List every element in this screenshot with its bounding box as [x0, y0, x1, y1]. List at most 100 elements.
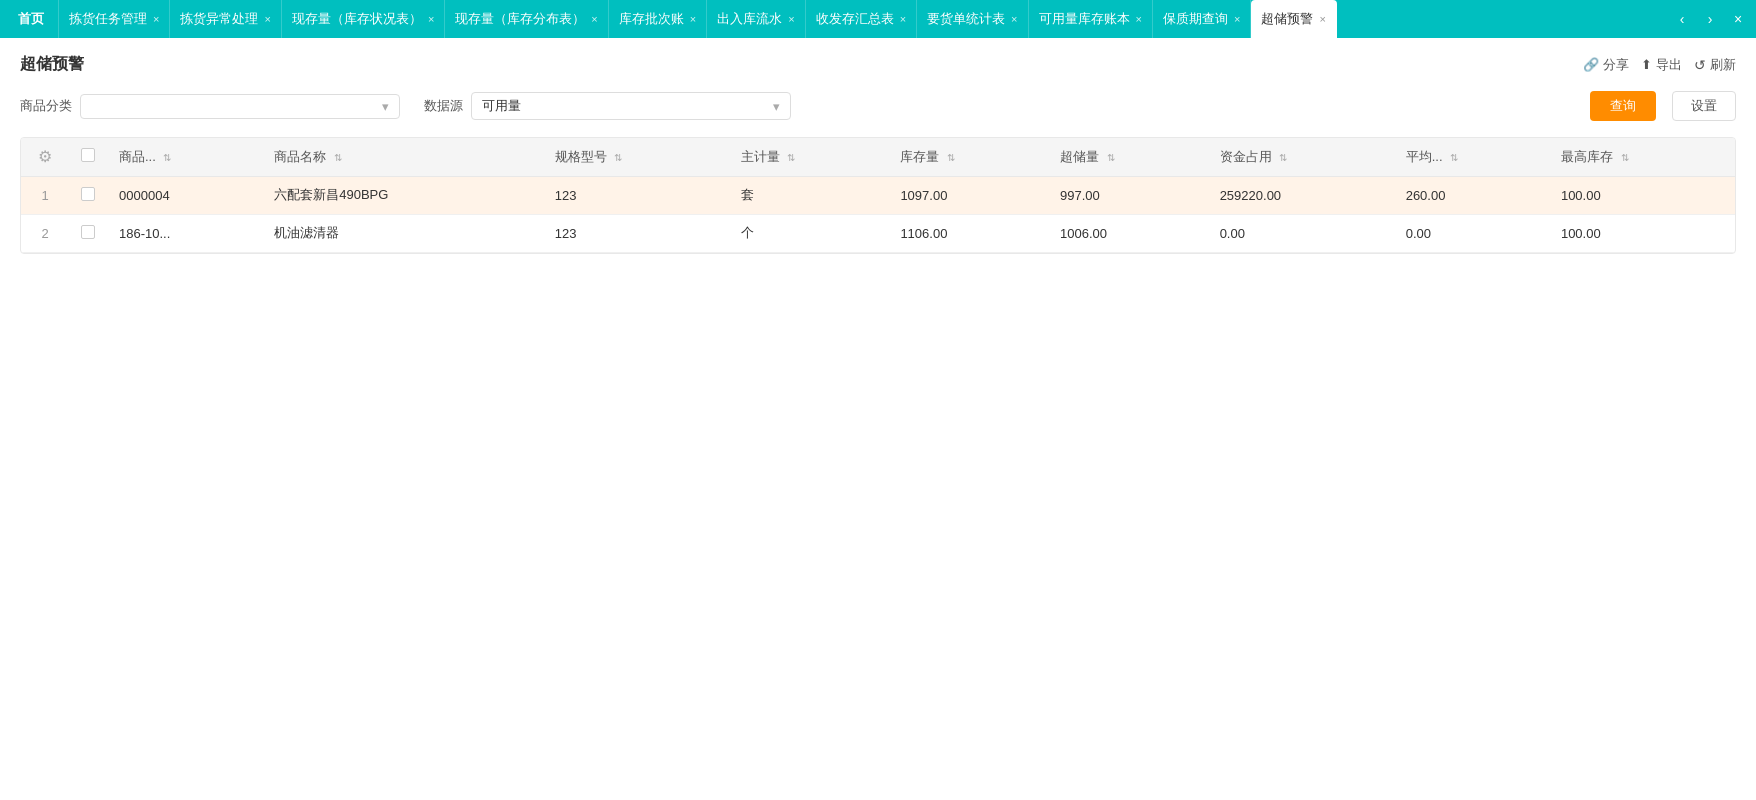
- refresh-icon: ↺: [1694, 57, 1706, 73]
- col-stock-label: 库存量: [900, 149, 939, 164]
- col-header-product-name[interactable]: 商品名称 ⇅: [262, 138, 543, 176]
- page-container: 超储预警 🔗 分享 ⬆ 导出 ↺ 刷新 商品分类 ▾ 数据源: [0, 38, 1756, 270]
- col-max-stock-label: 最高库存: [1561, 149, 1613, 164]
- nav-arrow-right[interactable]: ›: [1696, 5, 1724, 33]
- nav-tab-10[interactable]: 超储预警 ×: [1251, 0, 1336, 38]
- query-button[interactable]: 查询: [1590, 91, 1656, 121]
- export-button[interactable]: ⬆ 导出: [1641, 56, 1682, 74]
- nav-tab-close-5[interactable]: ×: [788, 13, 794, 25]
- nav-tab-6[interactable]: 收发存汇总表 ×: [806, 0, 917, 38]
- nav-tab-close-3[interactable]: ×: [591, 13, 597, 25]
- nav-tab-8[interactable]: 可用量库存账本 ×: [1029, 0, 1153, 38]
- nav-tab-label-10: 超储预警: [1261, 10, 1313, 28]
- col-overstock-label: 超储量: [1060, 149, 1099, 164]
- nav-tab-label-0: 拣货任务管理: [69, 10, 147, 28]
- sort-icon-overstock: ⇅: [1107, 152, 1115, 163]
- nav-tab-label-6: 收发存汇总表: [816, 10, 894, 28]
- nav-tab-close-0[interactable]: ×: [153, 13, 159, 25]
- nav-tab-0[interactable]: 拣货任务管理 ×: [59, 0, 170, 38]
- nav-tab-label-1: 拣货异常处理: [180, 10, 258, 28]
- nav-tab-close-1[interactable]: ×: [264, 13, 270, 25]
- nav-arrow-close-all[interactable]: ×: [1724, 5, 1752, 33]
- nav-tab-close-2[interactable]: ×: [428, 13, 434, 25]
- nav-arrow-left[interactable]: ‹: [1668, 5, 1696, 33]
- col-product-name-label: 商品名称: [274, 149, 326, 164]
- nav-home-label: 首页: [18, 10, 44, 28]
- settings-button[interactable]: 设置: [1672, 91, 1736, 121]
- nav-tab-close-8[interactable]: ×: [1136, 13, 1142, 25]
- row-2-spec: 123: [543, 214, 729, 252]
- share-button[interactable]: 🔗 分享: [1583, 56, 1629, 74]
- filter-row: 商品分类 ▾ 数据源 可用量 ▾ 查询 设置: [20, 91, 1736, 121]
- nav-tab-close-10[interactable]: ×: [1319, 13, 1325, 25]
- category-select[interactable]: ▾: [80, 94, 400, 119]
- row-2-max-stock: 100.00: [1549, 214, 1735, 252]
- row-2-avg: 0.00: [1394, 214, 1549, 252]
- col-product-code-label: 商品...: [119, 149, 156, 164]
- nav-tab-label-2: 现存量（库存状况表）: [292, 10, 422, 28]
- row-2-product-code: 186-10...: [107, 214, 262, 252]
- row-2-index: 2: [21, 214, 69, 252]
- refresh-button[interactable]: ↺ 刷新: [1694, 56, 1736, 74]
- sort-icon-max-stock: ⇅: [1621, 152, 1629, 163]
- col-header-settings[interactable]: ⚙: [21, 138, 69, 176]
- category-filter-group: 商品分类 ▾: [20, 94, 400, 119]
- nav-tab-label-9: 保质期查询: [1163, 10, 1228, 28]
- row-2-overstock: 1006.00: [1048, 214, 1208, 252]
- datasource-select-value: 可用量: [482, 97, 521, 115]
- nav-tab-close-9[interactable]: ×: [1234, 13, 1240, 25]
- table-row: 2 186-10... 机油滤清器 123 个 1106.00 1006.00 …: [21, 214, 1735, 252]
- row-1-stock: 1097.00: [888, 176, 1048, 214]
- col-header-capital[interactable]: 资金占用 ⇅: [1208, 138, 1394, 176]
- datasource-label: 数据源: [424, 97, 463, 115]
- row-1-check[interactable]: [69, 176, 107, 214]
- nav-tab-label-4: 库存批次账: [619, 10, 684, 28]
- data-table-wrapper: ⚙ 商品... ⇅ 商品名称 ⇅ 规格型号 ⇅: [20, 137, 1736, 254]
- row-2-check[interactable]: [69, 214, 107, 252]
- row-2-checkbox[interactable]: [81, 225, 95, 239]
- sort-icon-avg: ⇅: [1450, 152, 1458, 163]
- nav-tab-1[interactable]: 拣货异常处理 ×: [170, 0, 281, 38]
- col-header-product-code[interactable]: 商品... ⇅: [107, 138, 262, 176]
- col-header-avg[interactable]: 平均... ⇅: [1394, 138, 1549, 176]
- category-select-arrow: ▾: [382, 99, 389, 114]
- refresh-label: 刷新: [1710, 56, 1736, 74]
- header-checkbox[interactable]: [81, 148, 95, 162]
- nav-tab-7[interactable]: 要货单统计表 ×: [917, 0, 1028, 38]
- datasource-select-arrow: ▾: [773, 99, 780, 114]
- share-label: 分享: [1603, 56, 1629, 74]
- col-header-spec[interactable]: 规格型号 ⇅: [543, 138, 729, 176]
- nav-tab-4[interactable]: 库存批次账 ×: [609, 0, 707, 38]
- nav-tab-2[interactable]: 现存量（库存状况表） ×: [282, 0, 445, 38]
- chevron-left-icon: ‹: [1680, 11, 1685, 27]
- row-1-index: 1: [21, 176, 69, 214]
- col-spec-label: 规格型号: [555, 149, 607, 164]
- nav-tab-3[interactable]: 现存量（库存分布表） ×: [445, 0, 608, 38]
- nav-tab-label-8: 可用量库存账本: [1039, 10, 1130, 28]
- col-header-max-stock[interactable]: 最高库存 ⇅: [1549, 138, 1735, 176]
- row-1-avg: 260.00: [1394, 176, 1549, 214]
- col-header-check[interactable]: [69, 138, 107, 176]
- nav-tab-9[interactable]: 保质期查询 ×: [1153, 0, 1251, 38]
- chevron-right-icon: ›: [1708, 11, 1713, 27]
- table-header-row: ⚙ 商品... ⇅ 商品名称 ⇅ 规格型号 ⇅: [21, 138, 1735, 176]
- nav-home[interactable]: 首页: [4, 0, 59, 38]
- nav-tab-5[interactable]: 出入库流水 ×: [707, 0, 805, 38]
- col-unit-label: 主计量: [741, 149, 780, 164]
- col-header-overstock[interactable]: 超储量 ⇅: [1048, 138, 1208, 176]
- filter-buttons: 查询 设置: [1590, 91, 1736, 121]
- page-title: 超储预警: [20, 54, 84, 75]
- col-header-unit[interactable]: 主计量 ⇅: [729, 138, 889, 176]
- nav-tab-close-4[interactable]: ×: [690, 13, 696, 25]
- row-1-checkbox[interactable]: [81, 187, 95, 201]
- datasource-select[interactable]: 可用量 ▾: [471, 92, 791, 120]
- row-2-unit: 个: [729, 214, 889, 252]
- nav-tab-close-7[interactable]: ×: [1011, 13, 1017, 25]
- data-table: ⚙ 商品... ⇅ 商品名称 ⇅ 规格型号 ⇅: [21, 138, 1735, 253]
- sort-icon-capital: ⇅: [1279, 152, 1287, 163]
- nav-tab-close-6[interactable]: ×: [900, 13, 906, 25]
- row-1-max-stock: 100.00: [1549, 176, 1735, 214]
- share-icon: 🔗: [1583, 57, 1599, 72]
- gear-icon[interactable]: ⚙: [38, 148, 52, 165]
- col-header-stock[interactable]: 库存量 ⇅: [888, 138, 1048, 176]
